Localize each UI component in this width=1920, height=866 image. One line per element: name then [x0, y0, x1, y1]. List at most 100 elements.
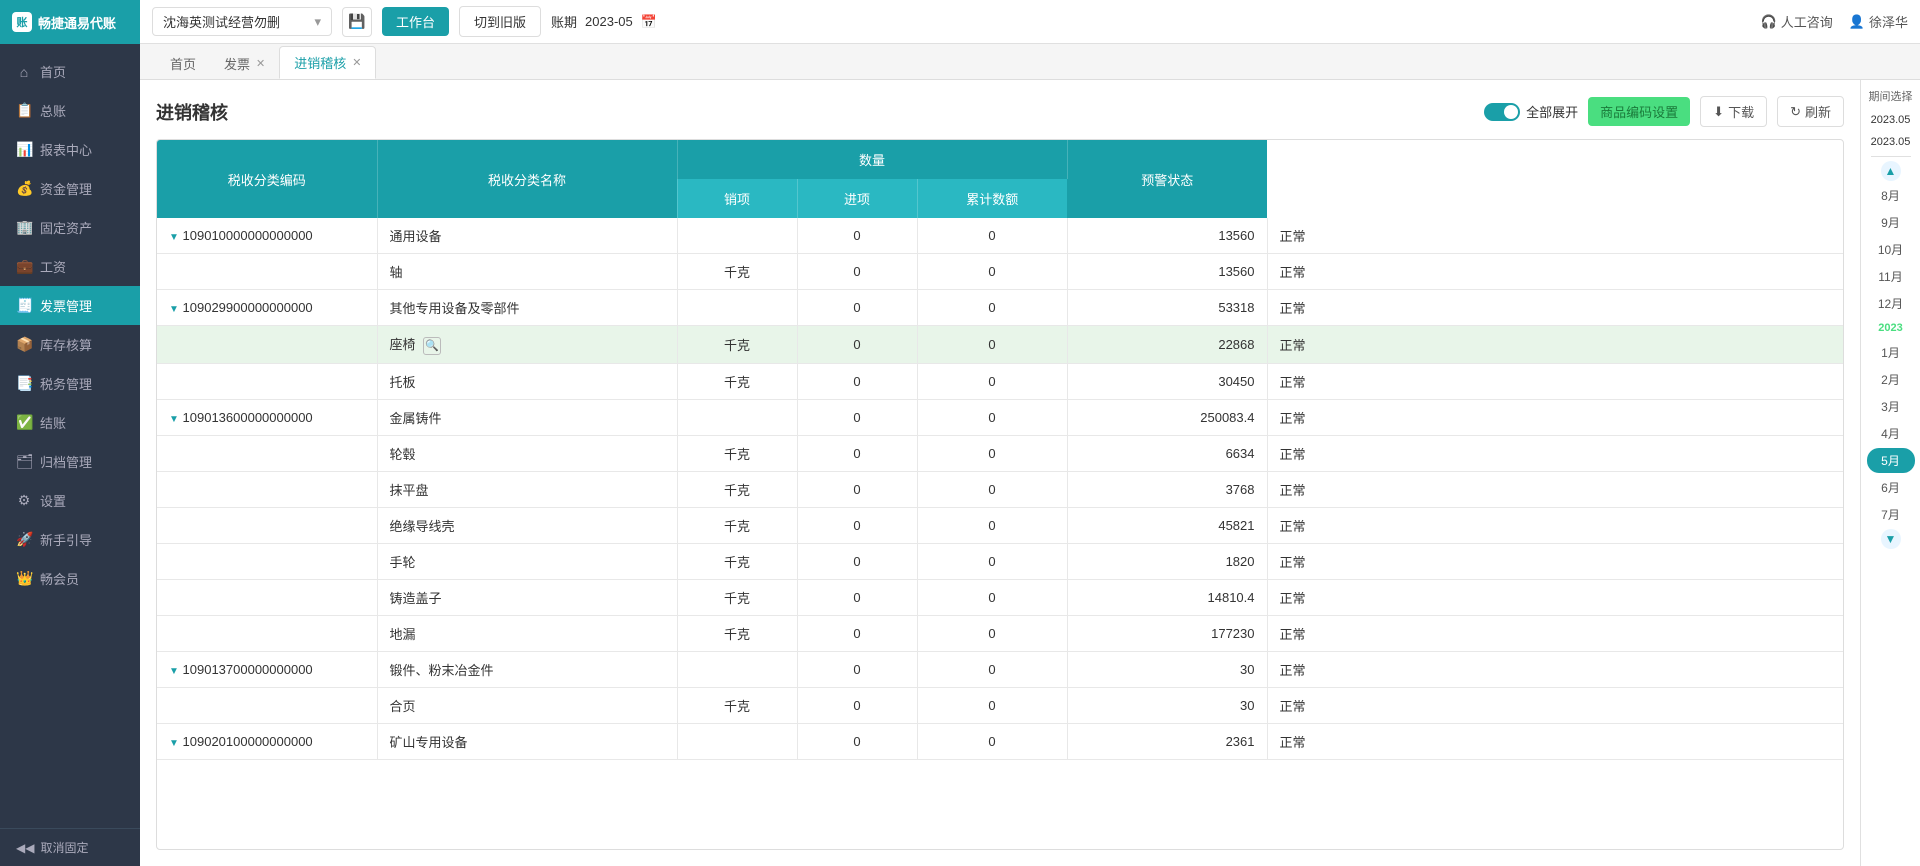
cell-cumulative: 250083.4	[1067, 399, 1267, 435]
user-menu[interactable]: 👤 徐泽华	[1849, 12, 1908, 31]
cell-name: 抹平盘	[377, 471, 677, 507]
expand-icon[interactable]: ▼	[169, 232, 179, 243]
table-row: 座椅 🔍千克0022868正常	[157, 326, 1843, 364]
table-row: ▼ 109013600000000000金属铸件00250083.4正常	[157, 399, 1843, 435]
cell-cumulative: 53318	[1067, 290, 1267, 326]
table-row: ▼ 109013700000000000锻件、粉末冶金件0030正常	[157, 651, 1843, 687]
cell-sales: 0	[797, 651, 917, 687]
expand-icon[interactable]: ▼	[169, 738, 179, 749]
sidebar-item-invoice[interactable]: 🧾 发票管理	[0, 286, 140, 325]
sidebar-item-label: 新手引导	[40, 530, 92, 549]
archive-icon: 🗂	[16, 453, 32, 470]
cell-purchase: 0	[917, 579, 1067, 615]
period-12[interactable]: 12月	[1867, 291, 1915, 316]
expand-icon[interactable]: ▼	[169, 304, 179, 315]
period-5[interactable]: 5月	[1867, 448, 1915, 473]
sidebar-item-funds[interactable]: 💰 资金管理	[0, 169, 140, 208]
th-tax-code: 税收分类编码	[157, 140, 377, 218]
period-4[interactable]: 4月	[1867, 421, 1915, 446]
th-sales: 销项	[677, 179, 797, 218]
cell-purchase: 0	[917, 254, 1067, 290]
cell-status: 正常	[1267, 218, 1843, 254]
period-display: 账期 2023-05 📅	[551, 12, 657, 31]
content-area: 进销稽核 全部展开 商品编码设置 ⬇ 下载 ↻ 刷	[140, 80, 1920, 866]
sidebar-item-archive[interactable]: 🗂 归档管理	[0, 442, 140, 481]
expand-icon[interactable]: ▼	[169, 414, 179, 425]
sidebar-item-member[interactable]: 👑 畅会员	[0, 559, 140, 598]
period-7[interactable]: 7月	[1867, 502, 1915, 527]
workbench-button[interactable]: 工作台	[382, 7, 449, 36]
tab-reconcile-close[interactable]: ✕	[352, 56, 361, 69]
cell-code	[157, 543, 377, 579]
sidebar-item-guide[interactable]: 🚀 新手引导	[0, 520, 140, 559]
cell-name: 矿山专用设备	[377, 723, 677, 759]
cell-status: 正常	[1267, 507, 1843, 543]
sidebar-item-checkout[interactable]: ✅ 结账	[0, 403, 140, 442]
period-1[interactable]: 1月	[1867, 340, 1915, 365]
reconcile-table-container: 税收分类编码 税收分类名称 数量 预警状态 销项 进项 累计数额 ▼ 10901…	[156, 139, 1844, 850]
calendar-icon[interactable]: 📅	[641, 14, 657, 30]
period-10[interactable]: 10月	[1867, 237, 1915, 262]
company-selector[interactable]: 沈海英测试经营勿删 ▾	[152, 7, 332, 36]
cell-sales: 0	[797, 579, 917, 615]
tab-reconcile[interactable]: 进销稽核 ✕	[279, 46, 376, 79]
refresh-button[interactable]: ↻ 刷新	[1777, 96, 1844, 127]
toggle-thumb	[1504, 105, 1518, 119]
th-purchase: 进项	[797, 179, 917, 218]
period-2023-05-a[interactable]: 2023.05	[1867, 110, 1915, 130]
sidebar: 账 畅捷通易代账 ⌂ 首页 📋 总账 📊 报表中心 💰 资金管理 🏢 固定资产 …	[0, 0, 140, 866]
page-title: 进销稽核	[156, 99, 228, 125]
switch-version-button[interactable]: 切到旧版	[459, 6, 541, 37]
table-row: ▼ 109029900000000000其他专用设备及零部件0053318正常	[157, 290, 1843, 326]
period-3[interactable]: 3月	[1867, 394, 1915, 419]
sidebar-item-label: 报表中心	[40, 140, 92, 159]
sidebar-pin-toggle[interactable]: ◀◀ 取消固定	[0, 828, 140, 866]
tab-invoice[interactable]: 发票 ✕	[210, 48, 279, 79]
sidebar-item-label: 畅会员	[40, 569, 79, 588]
sidebar-item-settings[interactable]: ⚙ 设置	[0, 481, 140, 520]
topbar: 沈海英测试经营勿删 ▾ 💾 工作台 切到旧版 账期 2023-05 📅 🎧 人工…	[140, 0, 1920, 44]
expand-toggle[interactable]: 全部展开	[1484, 102, 1578, 121]
sidebar-item-reports[interactable]: 📊 报表中心	[0, 130, 140, 169]
sidebar-item-payroll[interactable]: 💼 工资	[0, 247, 140, 286]
save-icon-btn[interactable]: 💾	[342, 7, 372, 37]
period-8[interactable]: 8月	[1867, 183, 1915, 208]
sidebar-item-assets[interactable]: 🏢 固定资产	[0, 208, 140, 247]
tab-home[interactable]: 首页	[156, 48, 210, 79]
sidebar-item-tax[interactable]: 📑 税务管理	[0, 364, 140, 403]
app-name: 畅捷通易代账	[38, 13, 116, 32]
cell-unit	[677, 723, 797, 759]
tab-invoice-close[interactable]: ✕	[256, 57, 265, 70]
sidebar-item-inventory[interactable]: 📦 库存核算	[0, 325, 140, 364]
assets-icon: 🏢	[16, 219, 32, 236]
product-code-btn[interactable]: 商品编码设置	[1588, 97, 1690, 126]
cell-code	[157, 363, 377, 399]
period-11[interactable]: 11月	[1867, 264, 1915, 289]
period-up-btn[interactable]: ▲	[1881, 161, 1901, 181]
toggle-track[interactable]	[1484, 103, 1520, 121]
cell-code: ▼ 109013600000000000	[157, 399, 377, 435]
cell-name: 绝缘导线壳	[377, 507, 677, 543]
sidebar-item-home[interactable]: ⌂ 首页	[0, 52, 140, 91]
sidebar-item-label: 结账	[40, 413, 66, 432]
sidebar-item-label: 库存核算	[40, 335, 92, 354]
period-9[interactable]: 9月	[1867, 210, 1915, 235]
tab-invoice-label: 发票	[224, 54, 250, 73]
invoice-icon: 🧾	[16, 297, 32, 314]
cell-unit: 千克	[677, 254, 797, 290]
period-6[interactable]: 6月	[1867, 475, 1915, 500]
period-2[interactable]: 2月	[1867, 367, 1915, 392]
expand-icon[interactable]: ▼	[169, 666, 179, 677]
main-content: 进销稽核 全部展开 商品编码设置 ⬇ 下载 ↻ 刷	[140, 80, 1860, 866]
table-row: 合页千克0030正常	[157, 687, 1843, 723]
cell-status: 正常	[1267, 363, 1843, 399]
search-icon[interactable]: 🔍	[423, 337, 441, 355]
cell-code	[157, 471, 377, 507]
support-button[interactable]: 🎧 人工咨询	[1761, 12, 1833, 31]
cell-unit: 千克	[677, 471, 797, 507]
sidebar-item-ledger[interactable]: 📋 总账	[0, 91, 140, 130]
download-button[interactable]: ⬇ 下载	[1700, 96, 1767, 127]
topbar-right: 🎧 人工咨询 👤 徐泽华	[1761, 12, 1908, 31]
period-2023-05-b[interactable]: 2023.05	[1867, 132, 1915, 152]
period-down-btn[interactable]: ▼	[1881, 529, 1901, 549]
